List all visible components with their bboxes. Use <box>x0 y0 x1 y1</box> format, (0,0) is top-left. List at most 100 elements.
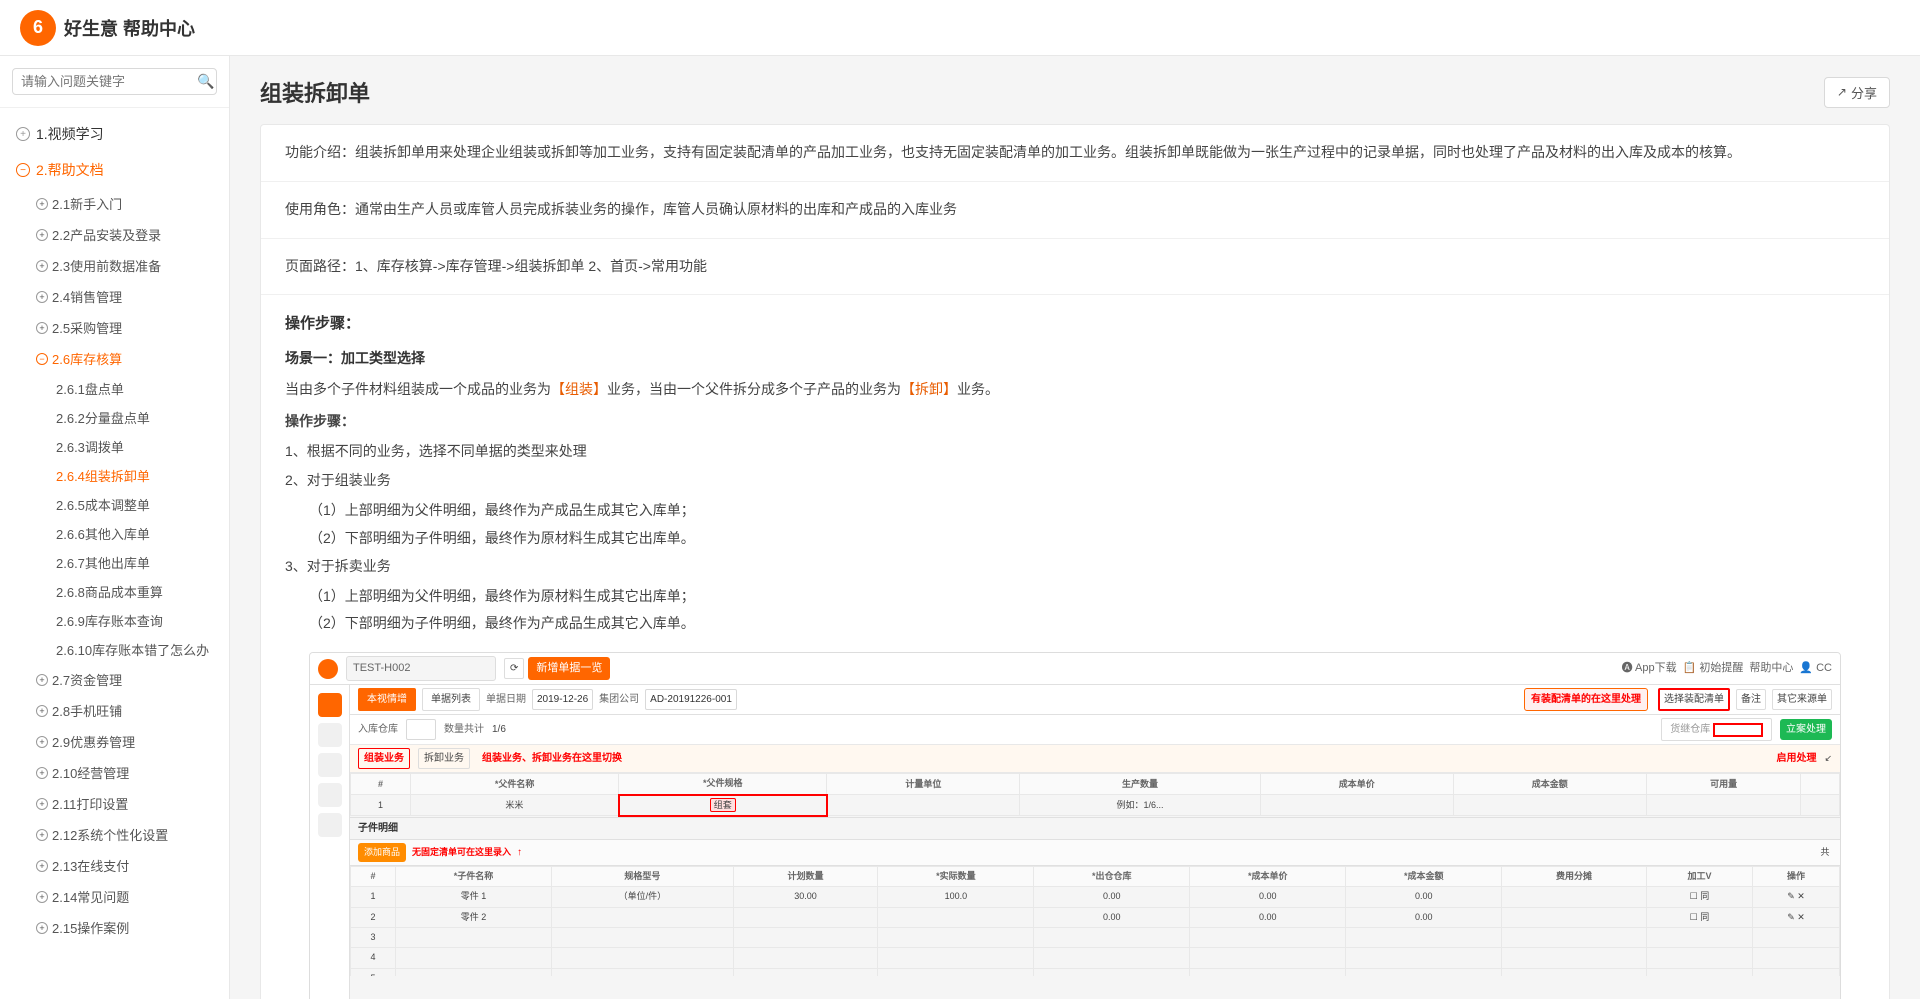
nav-2-9-header[interactable]: + 2.9优惠券管理 <box>36 726 229 757</box>
nav-2-4-header[interactable]: + 2.4销售管理 <box>36 281 229 312</box>
sim-lower-toolbar: 添加商品 无固定清单可在这里录入 ↑ 共 <box>350 840 1840 866</box>
sim-upper-table: # *父件名称 *父件规格 计量单位 生产数量 成本单价 成本金额 <box>350 773 1840 817</box>
sim-col-avail: 可用量 <box>1646 774 1800 795</box>
nav-2-13-header[interactable]: + 2.13在线支付 <box>36 850 229 881</box>
expand-icon: + <box>16 127 30 141</box>
sim-warehouse-input[interactable] <box>1713 723 1763 737</box>
sim-type-val[interactable] <box>406 719 436 740</box>
nav-2-12-header[interactable]: + 2.12系统个性化设置 <box>36 819 229 850</box>
logo-icon: 6 <box>20 10 56 46</box>
search-icon: 🔍 <box>197 73 214 90</box>
nav-2-6-9[interactable]: 2.6.9库存账本查询 <box>56 606 229 635</box>
nav-2-6-1[interactable]: 2.6.1盘点单 <box>56 374 229 403</box>
nav-2-11-header[interactable]: + 2.11打印设置 <box>36 788 229 819</box>
app-name: 好生意 帮助中心 <box>64 15 195 41</box>
sim-help-icon: 帮助中心 <box>1749 659 1793 678</box>
nav-2-3-header[interactable]: + 2.3使用前数据准备 <box>36 250 229 281</box>
sim-assembly-tab[interactable]: 组装业务 <box>358 748 410 769</box>
nav-2-6-3[interactable]: 2.6.3调拨单 <box>56 432 229 461</box>
nav-2-15-header[interactable]: + 2.15操作案例 <box>36 912 229 943</box>
sim-upper-spec-cell[interactable]: 组套 <box>619 795 827 816</box>
sim-disassemble-tab[interactable]: 拆卸业务 <box>418 748 470 769</box>
nav-2-6-2[interactable]: 2.6.2分量盘点单 <box>56 403 229 432</box>
sim-app-icon: 🅐 App下载 <box>1622 659 1677 678</box>
nav-2-6-4[interactable]: 2.6.4组装拆卸单 <box>56 461 229 490</box>
mini-collapse-icon: − <box>36 353 48 365</box>
sim-apply-btn[interactable]: 立案处理 <box>1780 719 1832 740</box>
step-3-sub2: （2）下部明细为子件明细，最终作为产成品生成其它入库单。 <box>309 612 1865 636</box>
nav-2-2: + 2.2产品安装及登录 <box>36 219 229 250</box>
sim-add-btn[interactable]: 添加商品 <box>358 843 406 862</box>
sim-topbar-icons: 🅐 App下载 📋 初始提醒 帮助中心 👤 CC <box>1622 659 1832 678</box>
sim-url-bar: TEST-H002 <box>346 656 496 681</box>
content-header: 组装拆卸单 ↗ 分享 <box>230 56 1920 124</box>
nav-section-docs-label: 2.帮助文档 <box>36 160 104 180</box>
sim-action2[interactable]: 其它来源单 <box>1772 689 1832 710</box>
nav-2-13: + 2.13在线支付 <box>36 850 229 881</box>
sim-action1[interactable]: 备注 <box>1736 689 1766 710</box>
nav-2-6-children: 2.6.1盘点单 2.6.2分量盘点单 2.6.3调拨单 2.6.4组装拆卸单 … <box>36 374 229 664</box>
sim-field-date-val[interactable]: 2019-12-26 <box>532 689 593 710</box>
nav-2-6-5[interactable]: 2.6.5成本调整单 <box>56 490 229 519</box>
step-2: 2、对于组装业务 <box>285 469 1865 493</box>
search-input[interactable] <box>21 74 197 89</box>
sim-ann2: 组装业务、拆卸业务在这里切换 <box>482 750 622 767</box>
nav-section-docs-header[interactable]: − 2.帮助文档 <box>0 152 229 188</box>
sim-left-icon-2[interactable] <box>318 723 342 747</box>
sim-col-cost: 成本单价 <box>1260 774 1453 795</box>
sim-field-id-label: 集团公司 <box>599 691 639 708</box>
mini-expand-icon: + <box>36 674 48 686</box>
sim-bom-field[interactable]: 选择装配清单 <box>1658 688 1730 711</box>
nav-2-10-header[interactable]: + 2.10经营管理 <box>36 757 229 788</box>
nav-2-6-10[interactable]: 2.6.10库存账本错了怎么办 <box>56 635 229 664</box>
sim-lower-row-1: 1 零件 1 （单位/件） 30.00 100.0 0.00 0.00 <box>351 887 1840 907</box>
nav-2-14-header[interactable]: + 2.14常见问题 <box>36 881 229 912</box>
sim-tab-new[interactable]: 本视情增 <box>358 688 416 711</box>
nav-2-8-header[interactable]: + 2.8手机旺铺 <box>36 695 229 726</box>
nav-2-6-8[interactable]: 2.6.8商品成本重算 <box>56 577 229 606</box>
nav-2-6-6[interactable]: 2.6.6其他入库单 <box>56 519 229 548</box>
nav-2-15: + 2.15操作案例 <box>36 912 229 943</box>
sim-lower-table-wrap: # *子件名称 规格型号 计划数量 *实际数量 *出仓仓库 *成本单价 <box>350 866 1840 976</box>
page-title: 组装拆卸单 <box>260 76 370 108</box>
mini-expand-icon: + <box>36 829 48 841</box>
share-button[interactable]: ↗ 分享 <box>1824 77 1890 108</box>
main-content: 组装拆卸单 ↗ 分享 功能介绍：组装拆卸单用来处理企业组装或拆卸等加工业务，支持… <box>230 56 1920 999</box>
sim-tab-list[interactable]: 单据列表 <box>422 688 480 711</box>
sim-refresh-btn[interactable]: ⟳ <box>504 658 524 679</box>
sim-field-id-val[interactable]: AD-20191226-001 <box>645 689 737 710</box>
step-2-sub1: （1）上部明细为父件明细，最终作为产成品生成其它入库单； <box>309 499 1865 523</box>
nav-2-7-header[interactable]: + 2.7资金管理 <box>36 664 229 695</box>
sim-type-row: 入库仓库 数量共计 1/6 货继仓库 立案处理 <box>350 715 1840 745</box>
mini-expand-icon: + <box>36 767 48 779</box>
nav-2-6-7[interactable]: 2.6.7其他出库单 <box>56 548 229 577</box>
sim-warehouse-field[interactable]: 货继仓库 <box>1661 718 1772 741</box>
nav-2-1-header[interactable]: + 2.1新手入门 <box>36 188 229 219</box>
nav-section-video-header[interactable]: + 1.视频学习 <box>0 116 229 152</box>
collapse-icon: − <box>16 163 30 177</box>
sim-new-btn[interactable]: 新增单据一览 <box>528 657 610 680</box>
sim-left-icon-1[interactable] <box>318 693 342 717</box>
sim-content-toolbar: 本视情增 单据列表 单据日期 2019-12-26 集团公司 AD-201912… <box>350 685 1840 715</box>
nav-section-docs-children: + 2.1新手入门 + 2.2产品安装及登录 + <box>0 188 229 943</box>
sim-lower-table: # *子件名称 规格型号 计划数量 *实际数量 *出仓仓库 *成本单价 <box>350 866 1840 976</box>
steps-list: 1、根据不同的业务，选择不同单据的类型来处理 2、对于组装业务 （1）上部明细为… <box>285 440 1865 637</box>
nav-2-2-header[interactable]: + 2.2产品安装及登录 <box>36 219 229 250</box>
step-2-sub2: （2）下部明细为子件明细，最终作为原材料生成其它出库单。 <box>309 527 1865 551</box>
sim-type-label: 入库仓库 <box>358 721 398 738</box>
scene1-intro: 当由多个子件材料组装成一个成品的业务为【组装】业务，当由一个父件拆分成多个子产品… <box>285 377 1865 402</box>
sim-left-icon-5[interactable] <box>318 813 342 837</box>
step-1: 1、根据不同的业务，选择不同单据的类型来处理 <box>285 440 1865 464</box>
nav-2-5-header[interactable]: + 2.5采购管理 <box>36 312 229 343</box>
screenshot-container: TEST-H002 ⟳ 新增单据一览 🅐 App下载 📋 初始提醒 帮助中心 👤… <box>309 652 1841 999</box>
search-input-wrap[interactable]: 🔍 <box>12 68 217 95</box>
sim-left-icon-4[interactable] <box>318 783 342 807</box>
sim-app: TEST-H002 ⟳ 新增单据一览 🅐 App下载 📋 初始提醒 帮助中心 👤… <box>310 653 1840 999</box>
nav-2-1: + 2.1新手入门 <box>36 188 229 219</box>
sim-user-icon: 👤 CC <box>1799 659 1832 678</box>
sim-lower-row-2: 2 零件 2 0.00 0.00 0.00 <box>351 907 1840 927</box>
nav-2-6-header[interactable]: − 2.6库存核算 <box>36 343 229 374</box>
intro-text-1: 功能介绍：组装拆卸单用来处理企业组装或拆卸等加工业务，支持有固定装配清单的产品加… <box>285 141 1865 165</box>
sim-left-icon-3[interactable] <box>318 753 342 777</box>
mini-expand-icon: + <box>36 322 48 334</box>
